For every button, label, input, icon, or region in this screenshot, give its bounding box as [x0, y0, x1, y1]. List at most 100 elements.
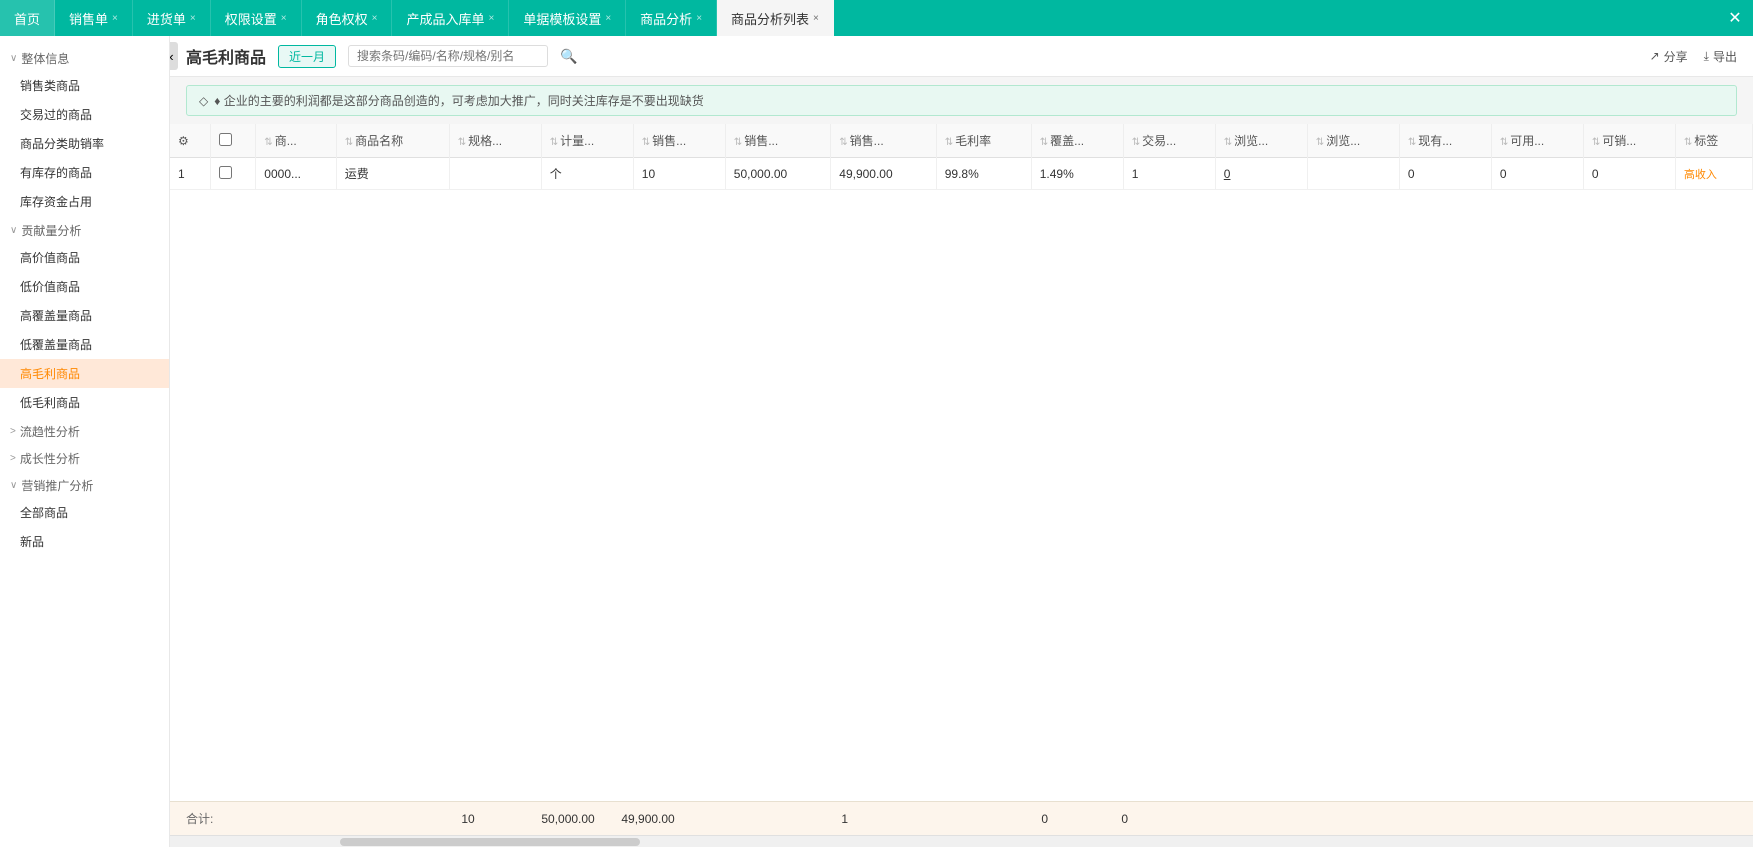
col-header-checkbox[interactable]: [211, 124, 256, 158]
nav-tab-label: 产成品入库单: [406, 9, 484, 28]
nav-tab-label: 权限设置: [225, 9, 277, 28]
sidebar-item-低毛利商品[interactable]: 低毛利商品: [0, 388, 169, 417]
sort-icon: ⇅: [458, 137, 466, 148]
sidebar-item-高价值商品[interactable]: 高价值商品: [0, 243, 169, 272]
sidebar-section-title[interactable]: ∨贡献量分析: [0, 216, 169, 243]
row-checkbox[interactable]: [219, 166, 232, 179]
tab-close-icon[interactable]: ×: [813, 13, 819, 24]
tab-close-icon[interactable]: ×: [372, 13, 378, 24]
nav-tab-label: 角色权权: [316, 9, 368, 28]
cell-available_stock: 0: [1491, 158, 1583, 190]
col-header-browse1[interactable]: ⇅浏览...: [1215, 124, 1307, 158]
tab-close-icon[interactable]: ×: [488, 13, 494, 24]
cell-checkbox[interactable]: [211, 158, 256, 190]
sidebar-item-库存资金占用[interactable]: 库存资金占用: [0, 187, 169, 216]
search-button[interactable]: 🔍: [560, 48, 577, 65]
sort-icon: ⇅: [734, 137, 742, 148]
col-header-trade[interactable]: ⇅交易...: [1123, 124, 1215, 158]
cell-gross_margin: 99.8%: [936, 158, 1031, 190]
tab-close-icon[interactable]: ×: [190, 13, 196, 24]
col-header-saleable_stock[interactable]: ⇅可销...: [1583, 124, 1675, 158]
horizontal-scrollbar[interactable]: [170, 835, 1753, 847]
col-header-gross_margin[interactable]: ⇅毛利率: [936, 124, 1031, 158]
sidebar-section-整体信息: ∨整体信息销售类商品交易过的商品商品分类助销率有库存的商品库存资金占用: [0, 44, 169, 216]
tab-close-icon[interactable]: ×: [605, 13, 611, 24]
col-header-coverage[interactable]: ⇅覆盖...: [1031, 124, 1123, 158]
cell-settings: 1: [170, 158, 211, 190]
col-header-unit[interactable]: ⇅计量...: [541, 124, 633, 158]
col-header-browse2[interactable]: ⇅浏览...: [1307, 124, 1399, 158]
collapse-icon: ∨: [10, 53, 17, 64]
sidebar: ∨整体信息销售类商品交易过的商品商品分类助销率有库存的商品库存资金占用∨贡献量分…: [0, 36, 170, 847]
nav-tab-商品分析列表[interactable]: 商品分析列表 ×: [717, 0, 834, 36]
sidebar-section-title[interactable]: >成长性分析: [0, 444, 169, 471]
cell-unit: 个: [541, 158, 633, 190]
sidebar-item-新品[interactable]: 新品: [0, 527, 169, 556]
col-header-sales_amount[interactable]: ⇅销售...: [725, 124, 830, 158]
share-button[interactable]: ↗ 分享: [1650, 48, 1688, 65]
sort-icon: ⇅: [1500, 137, 1508, 148]
cell-sales_qty: 10: [633, 158, 725, 190]
table-header-row: ⚙⇅商...⇅商品名称⇅规格...⇅计量...⇅销售...⇅销售...⇅销售..…: [170, 124, 1753, 158]
cell-browse1: 0: [1215, 158, 1307, 190]
tab-close-icon[interactable]: ×: [281, 13, 287, 24]
sidebar-item-交易过的商品[interactable]: 交易过的商品: [0, 100, 169, 129]
sidebar-item-有库存的商品[interactable]: 有库存的商品: [0, 158, 169, 187]
nav-tab-进货单[interactable]: 进货单 ×: [133, 0, 211, 36]
col-header-sales_qty[interactable]: ⇅销售...: [633, 124, 725, 158]
footer-values: 10 50,000.00 49,900.00 1 0 0: [253, 812, 1193, 826]
sidebar-section-title[interactable]: ∨营销推广分析: [0, 471, 169, 498]
sort-icon: ⇅: [642, 137, 650, 148]
col-header-tag[interactable]: ⇅标签: [1675, 124, 1752, 158]
nav-tab-产成品入库单[interactable]: 产成品入库单 ×: [392, 0, 509, 36]
nav-tab-权限设置[interactable]: 权限设置 ×: [211, 0, 302, 36]
col-header-current_stock[interactable]: ⇅现有...: [1399, 124, 1491, 158]
nav-tab-首页[interactable]: 首页: [0, 0, 55, 36]
sidebar-section-贡献量分析: ∨贡献量分析高价值商品低价值商品高覆盖量商品低覆盖量商品高毛利商品低毛利商品: [0, 216, 169, 417]
sidebar-toggle-button[interactable]: «: [170, 42, 178, 70]
sidebar-item-全部商品[interactable]: 全部商品: [0, 498, 169, 527]
sidebar-item-销售类商品[interactable]: 销售类商品: [0, 71, 169, 100]
sort-icon: ⇅: [264, 137, 272, 148]
tab-close-icon[interactable]: ×: [696, 13, 702, 24]
sort-icon: ⇅: [1408, 137, 1416, 148]
select-all-checkbox[interactable]: [219, 133, 232, 146]
cell-code: 0000...: [256, 158, 336, 190]
sidebar-item-低覆盖量商品[interactable]: 低覆盖量商品: [0, 330, 169, 359]
sidebar-section-营销推广分析: ∨营销推广分析全部商品新品: [0, 471, 169, 556]
settings-icon[interactable]: ⚙: [178, 134, 189, 148]
sidebar-item-商品分类助销率[interactable]: 商品分类助销率: [0, 129, 169, 158]
nav-tab-商品分析[interactable]: 商品分析 ×: [626, 0, 717, 36]
col-header-available_stock[interactable]: ⇅可用...: [1491, 124, 1583, 158]
browse-link[interactable]: 0: [1224, 167, 1231, 181]
info-icon: ◇: [199, 94, 208, 108]
filter-recent-month-button[interactable]: 近一月: [278, 45, 336, 68]
cell-name: 运费: [336, 158, 449, 190]
sidebar-section-title[interactable]: >流趋性分析: [0, 417, 169, 444]
nav-tab-角色权权[interactable]: 角色权权 ×: [302, 0, 393, 36]
sidebar-item-高毛利商品[interactable]: 高毛利商品: [0, 359, 169, 388]
col-header-settings[interactable]: ⚙: [170, 124, 211, 158]
cell-tag: 高收入: [1675, 158, 1752, 190]
nav-tab-单据模板设置[interactable]: 单据模板设置 ×: [509, 0, 626, 36]
share-icon: ↗: [1650, 49, 1660, 63]
page-title: 高毛利商品: [186, 44, 266, 68]
sort-icon: ⇅: [1132, 137, 1140, 148]
nav-tab-销售单[interactable]: 销售单 ×: [55, 0, 133, 36]
sidebar-item-低价值商品[interactable]: 低价值商品: [0, 272, 169, 301]
col-header-code[interactable]: ⇅商...: [256, 124, 336, 158]
scrollbar-thumb[interactable]: [340, 838, 640, 846]
col-header-name[interactable]: ⇅商品名称: [336, 124, 449, 158]
col-header-sales_profit[interactable]: ⇅销售...: [831, 124, 936, 158]
sort-icon: ⇅: [1592, 137, 1600, 148]
sidebar-section-成长性分析: >成长性分析: [0, 444, 169, 471]
export-button[interactable]: ⤓ 导出: [1704, 48, 1737, 65]
col-header-spec[interactable]: ⇅规格...: [449, 124, 541, 158]
tab-close-icon[interactable]: ×: [112, 13, 118, 24]
nav-tab-label: 单据模板设置: [523, 9, 601, 28]
search-input[interactable]: [348, 45, 548, 67]
cell-spec: [449, 158, 541, 190]
sidebar-section-title[interactable]: ∨整体信息: [0, 44, 169, 71]
sidebar-item-高覆盖量商品[interactable]: 高覆盖量商品: [0, 301, 169, 330]
window-close-button[interactable]: ✕: [1717, 0, 1753, 36]
